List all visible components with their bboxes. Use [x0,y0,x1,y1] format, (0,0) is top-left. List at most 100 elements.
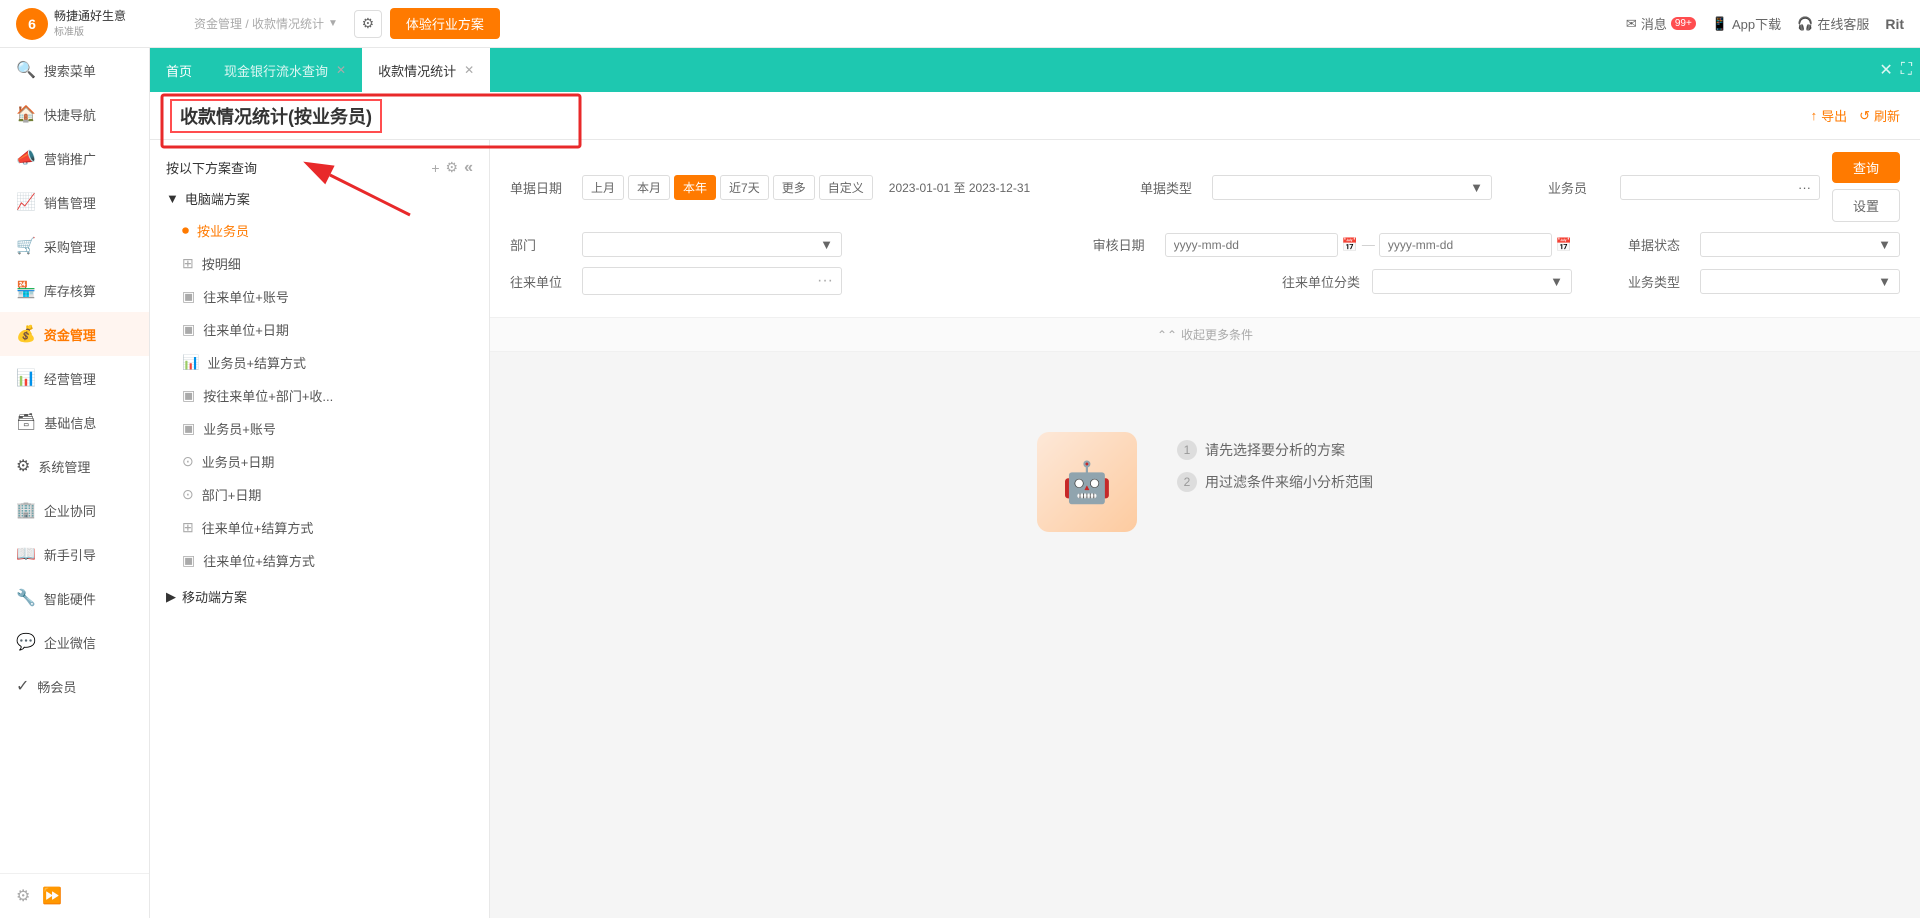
sidebar-item-smart-label: 智能硬件 [44,589,96,608]
top-right-area: ✉ 消息 99+ 📱 App下载 🎧 在线客服 Rit [1626,14,1904,33]
partner-select[interactable]: ··· [582,267,842,295]
tab-home[interactable]: 首页 [150,48,208,92]
collapse-bar[interactable]: ⌃⌃ 收起更多条件 [490,318,1920,352]
scheme-group-mobile: ▶ 移动端方案 [150,581,489,612]
tab-receipt-stat[interactable]: 收款情况统计 ✕ [362,48,490,92]
review-date-end[interactable] [1379,233,1552,257]
purchase-icon: 🛒 [16,236,36,256]
scheme-item-partner-settle2[interactable]: ▣ 往来单位+结算方式 [150,544,489,577]
scheme-item-partner-date-label: 往来单位+日期 [203,320,289,339]
sidebar-item-system[interactable]: ⚙ 系统管理 [0,444,149,488]
sidebar-item-system-label: 系统管理 [38,457,90,476]
query-button[interactable]: 查询 [1832,152,1900,183]
scheme-item-dept-date[interactable]: ⊙ 部门+日期 [150,478,489,511]
tab-bar-actions: ✕ ⛶ [1879,60,1920,80]
sidebar-item-marketing-label: 营销推广 [44,149,96,168]
sidebar-item-purchase[interactable]: 🛒 采购管理 [0,224,149,268]
status-dropdown-icon: ▼ [1878,237,1891,252]
guide-icon: 📖 [16,544,36,564]
sidebar-item-inventory[interactable]: 🏪 库存核算 [0,268,149,312]
scheme-add-btn[interactable]: + [431,160,439,176]
salesman-select[interactable]: ··· [1620,175,1820,200]
dept-select[interactable]: ▼ [582,232,842,257]
sidebar-item-basic-info[interactable]: 🗃 基础信息 [0,400,149,444]
date-btn-more[interactable]: 更多 [773,175,815,200]
sidebar-item-guide[interactable]: 📖 新手引导 [0,532,149,576]
sidebar-item-finance[interactable]: 💰 资金管理 [0,312,149,356]
export-icon: ↑ [1811,108,1818,123]
tab-bank-flow-close[interactable]: ✕ [336,63,346,77]
main-body: 按以下方案查询 + ⚙ « ▼ 电脑端方案 ⏺ [150,140,1920,918]
tab-bank-flow[interactable]: 现金银行流水查询 ✕ [208,48,362,92]
date-btn-7days[interactable]: 近7天 [720,175,769,200]
type-select[interactable]: ▼ [1212,175,1492,200]
partner-category-select[interactable]: ▼ [1372,269,1572,294]
tab-close-all-icon[interactable]: ✕ [1879,60,1892,80]
app-download-label: App下载 [1732,14,1781,33]
page-header: 收款情况统计(按业务员) ↑ 导出 ↺ 刷新 [150,92,1920,140]
sidebar-item-member[interactable]: ✓ 畅会员 [0,664,149,708]
refresh-icon: ↺ [1859,108,1870,124]
right-panel: 单据日期 上月 本月 本年 近7天 更多 自定义 2023-01-01 至 20… [490,140,1920,918]
sidebar-item-operations[interactable]: 📊 经营管理 [0,356,149,400]
sidebar-collapse-btn[interactable]: ⏩ [42,886,62,906]
review-date-start[interactable] [1165,233,1338,257]
scheme-item-salesman-settle-label: 业务员+结算方式 [207,353,306,372]
marketing-icon: 📣 [16,148,36,168]
partner-more-btn[interactable]: ··· [817,272,833,290]
scheme-group-mobile-title[interactable]: ▶ 移动端方案 [150,581,489,612]
scheme-settings-btn[interactable]: ⚙ [446,159,459,176]
calendar-icon-start[interactable]: 📅 [1342,237,1358,253]
scheme-group-desktop-title[interactable]: ▼ 电脑端方案 [150,183,489,214]
scheme-item-by-salesman[interactable]: ⏺ 按业务员 [150,214,489,247]
date-btn-last-month[interactable]: 上月 [582,175,624,200]
scheme-item-partner-date[interactable]: ▣ 往来单位+日期 [150,313,489,346]
guide-steps: 1 请先选择要分析的方案 2 用过滤条件来缩小分析范围 [1177,432,1373,504]
scheme-item-salesman-account[interactable]: ▣ 业务员+账号 [150,412,489,445]
sidebar-item-search[interactable]: 🔍 搜索菜单 [0,48,149,92]
date-btn-this-year[interactable]: 本年 [674,175,716,200]
sidebar-item-sales[interactable]: 📈 销售管理 [0,180,149,224]
settings-button[interactable]: 设置 [1832,189,1900,222]
scheme-item-partner-account[interactable]: ▣ 往来单位+账号 [150,280,489,313]
scheme-item-salesman-date[interactable]: ⊙ 业务员+日期 [150,445,489,478]
logo-area: 6 畅捷通好生意 标准版 [16,8,166,40]
message-btn[interactable]: ✉ 消息 99+ [1626,14,1696,33]
date-range-display: 2023-01-01 至 2023-12-31 [889,179,1030,196]
nav-dropdown-icon[interactable]: ▼ [328,18,338,29]
settings-icon-btn[interactable]: ⚙ [354,10,382,38]
date-btn-this-month[interactable]: 本月 [628,175,670,200]
biz-type-select[interactable]: ▼ [1700,269,1900,294]
sidebar-item-marketing[interactable]: 📣 营销推广 [0,136,149,180]
tab-fullscreen-icon[interactable]: ⛶ [1901,61,1912,79]
refresh-label: 刷新 [1874,106,1900,125]
app-download-btn[interactable]: 📱 App下载 [1712,14,1781,33]
sidebar-item-quicknav-label: 快捷导航 [44,105,96,124]
breadcrumb-nav[interactable]: 资金管理 / 收款情况统计 ▼ [186,11,346,36]
refresh-button[interactable]: ↺ 刷新 [1859,106,1900,125]
sidebar-settings-btn[interactable]: ⚙ [16,886,30,906]
tab-receipt-stat-close[interactable]: ✕ [464,63,474,77]
sidebar-item-wechat[interactable]: 💬 企业微信 [0,620,149,664]
sidebar-item-operations-label: 经营管理 [44,369,96,388]
scheme-item-partner-dept-receipt[interactable]: ▣ 按往来单位+部门+收... [150,379,489,412]
date-btn-custom[interactable]: 自定义 [819,175,873,200]
calendar-icon-end[interactable]: 📅 [1556,237,1572,253]
export-button[interactable]: ↑ 导出 [1811,106,1848,125]
sidebar-item-finance-label: 资金管理 [44,325,96,344]
scheme-group-desktop-label: 电脑端方案 [185,189,250,208]
empty-guide: 🤖 1 请先选择要分析的方案 2 用过滤条件来缩小分析范围 [1037,432,1373,532]
sidebar-item-smart[interactable]: 🔧 智能硬件 [0,576,149,620]
scheme-item-salesman-settle[interactable]: 📊 业务员+结算方式 [150,346,489,379]
scheme-item-icon-salesman-settle: 📊 [182,354,199,371]
trial-button[interactable]: 体验行业方案 [390,8,500,39]
online-service-btn[interactable]: 🎧 在线客服 [1797,14,1869,33]
scheme-item-partner-settle1[interactable]: ⊞ 往来单位+结算方式 [150,511,489,544]
sidebar-item-quicknav[interactable]: 🏠 快捷导航 [0,92,149,136]
user-name-area[interactable]: Rit [1885,16,1904,32]
scheme-item-by-detail[interactable]: ⊞ 按明细 [150,247,489,280]
sidebar-item-enterprise[interactable]: 🏢 企业协同 [0,488,149,532]
scheme-collapse-btn[interactable]: « [464,159,473,177]
status-select[interactable]: ▼ [1700,232,1900,257]
partner-category-icon: ▼ [1550,274,1563,289]
